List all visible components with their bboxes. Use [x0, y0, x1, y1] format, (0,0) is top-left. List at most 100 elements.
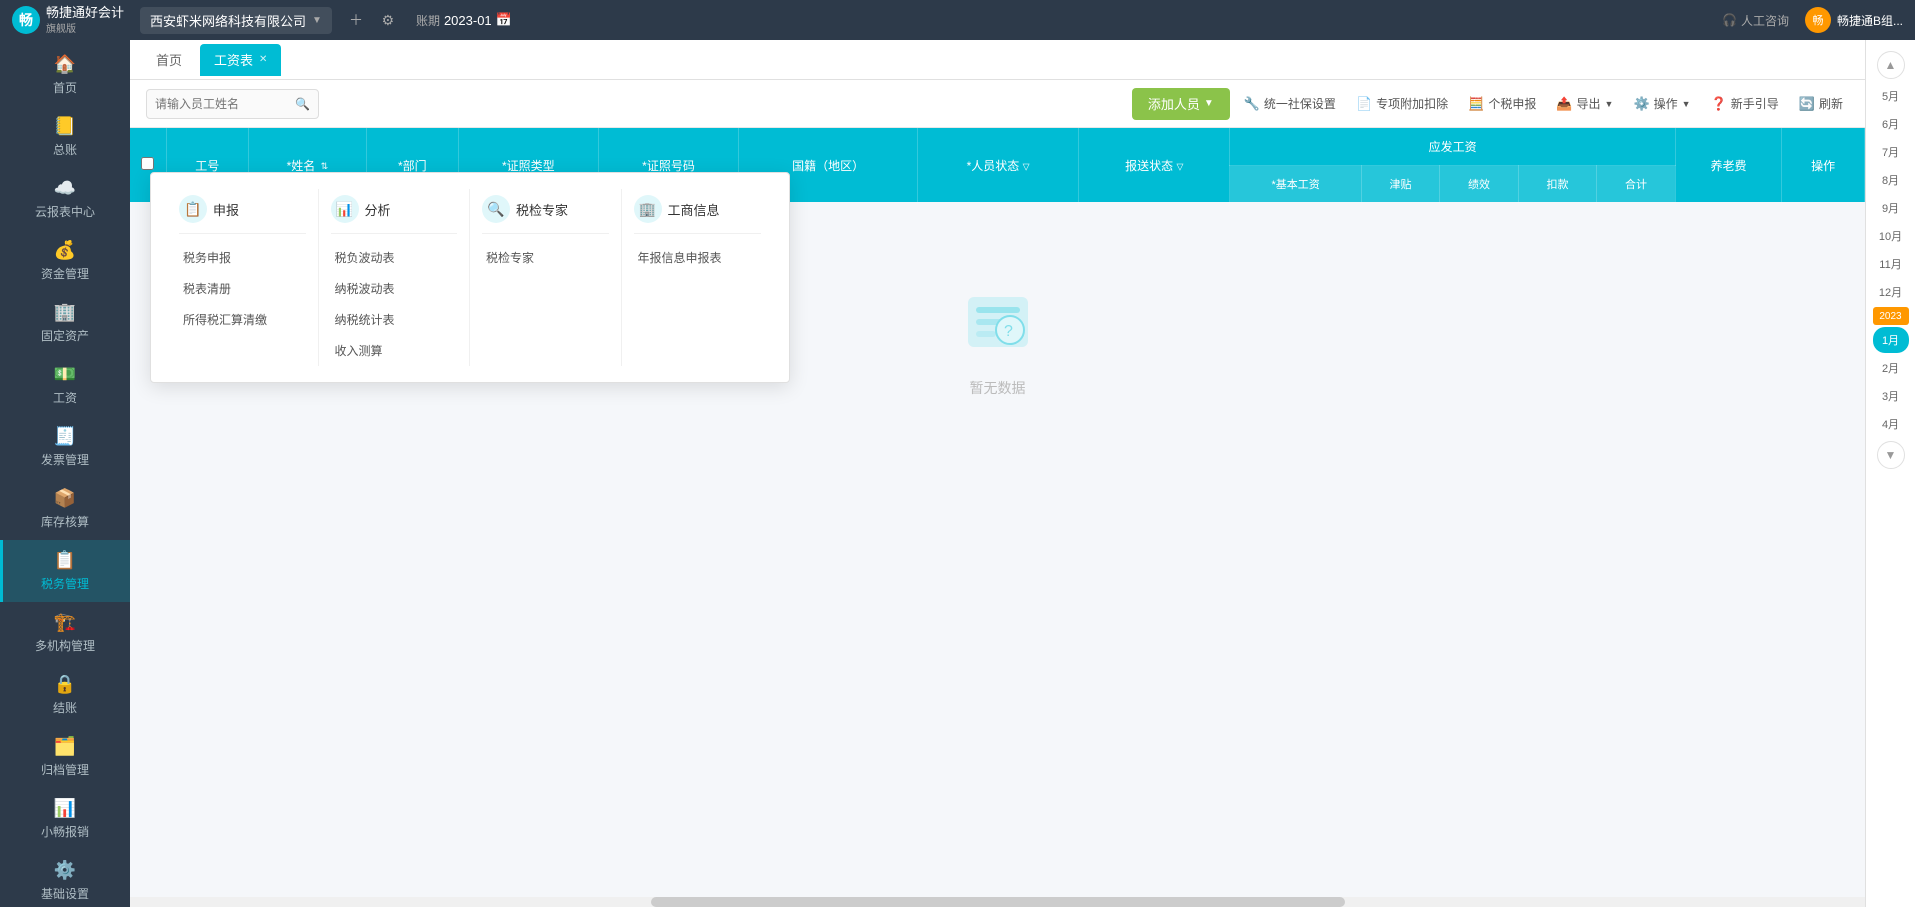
section-expert-title: 税检专家: [516, 200, 568, 219]
topbar-actions: ＋ ⚙: [344, 8, 400, 32]
month-8[interactable]: 8月: [1873, 167, 1909, 193]
name-sort-icon[interactable]: ⇅: [321, 161, 329, 171]
scroll-thumb[interactable]: [651, 897, 1345, 907]
tab-home[interactable]: 首页: [142, 44, 196, 76]
month-3[interactable]: 3月: [1873, 383, 1909, 409]
month-7[interactable]: 7月: [1873, 139, 1909, 165]
month-4[interactable]: 4月: [1873, 411, 1909, 437]
sidebar: 🏠 首页 📒 总账 ☁️ 云报表中心 💰 资金管理 🏢 固定资产 💵 工资 🧾 …: [0, 40, 130, 907]
add-employee-button[interactable]: 添加人员 ▼: [1132, 88, 1230, 120]
sidebar-item-home[interactable]: 🏠 首页: [0, 44, 130, 106]
company-name: 西安虾米网络科技有限公司: [150, 11, 306, 30]
menu-annual-report[interactable]: 年报信息申报表: [634, 242, 762, 273]
social-label: 统一社保设置: [1264, 95, 1336, 112]
scroll-bar[interactable]: [130, 897, 1865, 907]
salary-icon: 💵: [54, 364, 76, 385]
search-input[interactable]: [155, 97, 295, 111]
menu-tax-declaration[interactable]: 税务申报: [179, 242, 306, 273]
tax-report-icon: 🧮: [1468, 96, 1484, 112]
menu-income-tax[interactable]: 所得税汇算清缴: [179, 304, 306, 335]
month-10[interactable]: 10月: [1873, 223, 1909, 249]
social-security-btn[interactable]: 🔧 统一社保设置: [1238, 89, 1342, 119]
funds-icon: 💰: [54, 240, 76, 261]
export-label: 导出: [1577, 95, 1601, 112]
menu-tax-burden[interactable]: 税负波动表: [331, 242, 458, 273]
settings-sidebar-icon: ⚙️: [54, 860, 76, 881]
th-submit-status: 报送状态 ▽: [1079, 128, 1230, 202]
th-actions: 操作: [1782, 128, 1865, 202]
user-info[interactable]: 畅 畅捷通B组...: [1805, 7, 1903, 33]
month-5[interactable]: 5月: [1873, 83, 1909, 109]
main-layout: 🏠 首页 📒 总账 ☁️ 云报表中心 💰 资金管理 🏢 固定资产 💵 工资 🧾 …: [0, 40, 1915, 907]
sidebar-item-invoice[interactable]: 🧾 发票管理: [0, 416, 130, 478]
topbar-right: 🎧 人工咨询 畅 畅捷通B组...: [1722, 7, 1903, 33]
deduct-label: 专项附加扣除: [1376, 95, 1448, 112]
export-icon: 📤: [1556, 96, 1572, 112]
section-analysis-header: 📊 分析: [331, 189, 458, 234]
declaration-icon: 📋: [179, 195, 207, 223]
content-area: 首页 工资表 ✕ 🔍 添加人员 ▼ 🔧 统一社保设置 📄: [130, 40, 1865, 907]
section-analysis: 📊 分析 税负波动表 纳税波动表 纳税统计表 收入测算: [319, 189, 471, 366]
select-all-checkbox[interactable]: [141, 157, 154, 170]
month-1-active[interactable]: 1月: [1873, 327, 1909, 353]
submit-filter-icon[interactable]: ▽: [1176, 161, 1183, 171]
sidebar-item-closing[interactable]: 🔒 结账: [0, 664, 130, 726]
invoice-icon: 🧾: [54, 426, 76, 447]
special-deduct-btn[interactable]: 📄 专项附加扣除: [1350, 89, 1454, 119]
add-icon[interactable]: ＋: [344, 8, 368, 32]
month-2[interactable]: 2月: [1873, 355, 1909, 381]
prev-year-btn[interactable]: ▲: [1877, 51, 1905, 79]
menu-tax-expert[interactable]: 税检专家: [482, 242, 609, 273]
section-business-info: 🏢 工商信息 年报信息申报表: [622, 189, 774, 366]
business-icon: 🏢: [634, 195, 662, 223]
sidebar-item-inventory[interactable]: 📦 库存核算: [0, 478, 130, 540]
support-btn[interactable]: 🎧 人工咨询: [1722, 12, 1789, 29]
operations-btn[interactable]: ⚙️ 操作 ▼: [1627, 89, 1696, 119]
search-icon: 🔍: [295, 97, 310, 111]
tab-close-icon[interactable]: ✕: [259, 54, 267, 65]
tab-salary-table[interactable]: 工资表 ✕: [200, 44, 281, 76]
status-filter-icon[interactable]: ▽: [1023, 161, 1030, 171]
sidebar-label-ledger: 总账: [53, 141, 77, 158]
sidebar-item-multi[interactable]: 🏗️ 多机构管理: [0, 602, 130, 664]
next-year-btn[interactable]: ▼: [1877, 441, 1905, 469]
menu-tax-table[interactable]: 税表清册: [179, 273, 306, 304]
month-11[interactable]: 11月: [1873, 251, 1909, 277]
sidebar-item-tax[interactable]: 📋 税务管理: [0, 540, 130, 602]
section-analysis-title: 分析: [365, 200, 391, 219]
tax-report-btn[interactable]: 🧮 个税申报: [1462, 89, 1542, 119]
sidebar-item-report[interactable]: 📊 小畅报销: [0, 788, 130, 850]
sidebar-item-ledger[interactable]: 📒 总账: [0, 106, 130, 168]
search-wrap: 🔍: [146, 89, 319, 119]
sidebar-item-salary[interactable]: 💵 工资: [0, 354, 130, 416]
app-logo: 畅 畅捷通好会计 旗舰版: [12, 5, 124, 36]
section-expert-header: 🔍 税检专家: [482, 189, 609, 234]
refresh-btn[interactable]: 🔄 刷新: [1793, 89, 1849, 119]
th-total: 合计: [1597, 166, 1675, 203]
sidebar-item-assets[interactable]: 🏢 固定资产: [0, 292, 130, 354]
logo-icon: 畅: [12, 6, 40, 34]
export-btn[interactable]: 📤 导出 ▼: [1550, 89, 1619, 119]
sidebar-item-cloud[interactable]: ☁️ 云报表中心: [0, 168, 130, 230]
sidebar-item-funds[interactable]: 💰 资金管理: [0, 230, 130, 292]
multi-icon: 🏗️: [54, 612, 76, 633]
menu-income-calc[interactable]: 收入测算: [331, 335, 458, 366]
sidebar-item-settings[interactable]: ⚙️ 基础设置: [0, 850, 130, 907]
menu-tax-fluctuation[interactable]: 纳税波动表: [331, 273, 458, 304]
month-6[interactable]: 6月: [1873, 111, 1909, 137]
calendar-icon[interactable]: 📅: [496, 12, 512, 28]
tax-icon: 📋: [54, 550, 76, 571]
guide-label: 新手引导: [1731, 95, 1779, 112]
sidebar-item-archive[interactable]: 🗂️ 归档管理: [0, 726, 130, 788]
th-pension: 养老费: [1675, 128, 1782, 202]
month-12[interactable]: 12月: [1873, 279, 1909, 305]
company-selector[interactable]: 西安虾米网络科技有限公司 ▼: [140, 7, 332, 34]
add-dropdown-arrow-icon: ▼: [1204, 98, 1214, 109]
guide-btn[interactable]: ❓ 新手引导: [1705, 89, 1785, 119]
section-business-title: 工商信息: [668, 200, 720, 219]
th-status-label: *人员状态: [967, 159, 1020, 173]
month-9[interactable]: 9月: [1873, 195, 1909, 221]
operations-arrow-icon: ▼: [1682, 99, 1691, 109]
menu-tax-stats[interactable]: 纳税统计表: [331, 304, 458, 335]
settings-icon[interactable]: ⚙: [376, 8, 400, 32]
